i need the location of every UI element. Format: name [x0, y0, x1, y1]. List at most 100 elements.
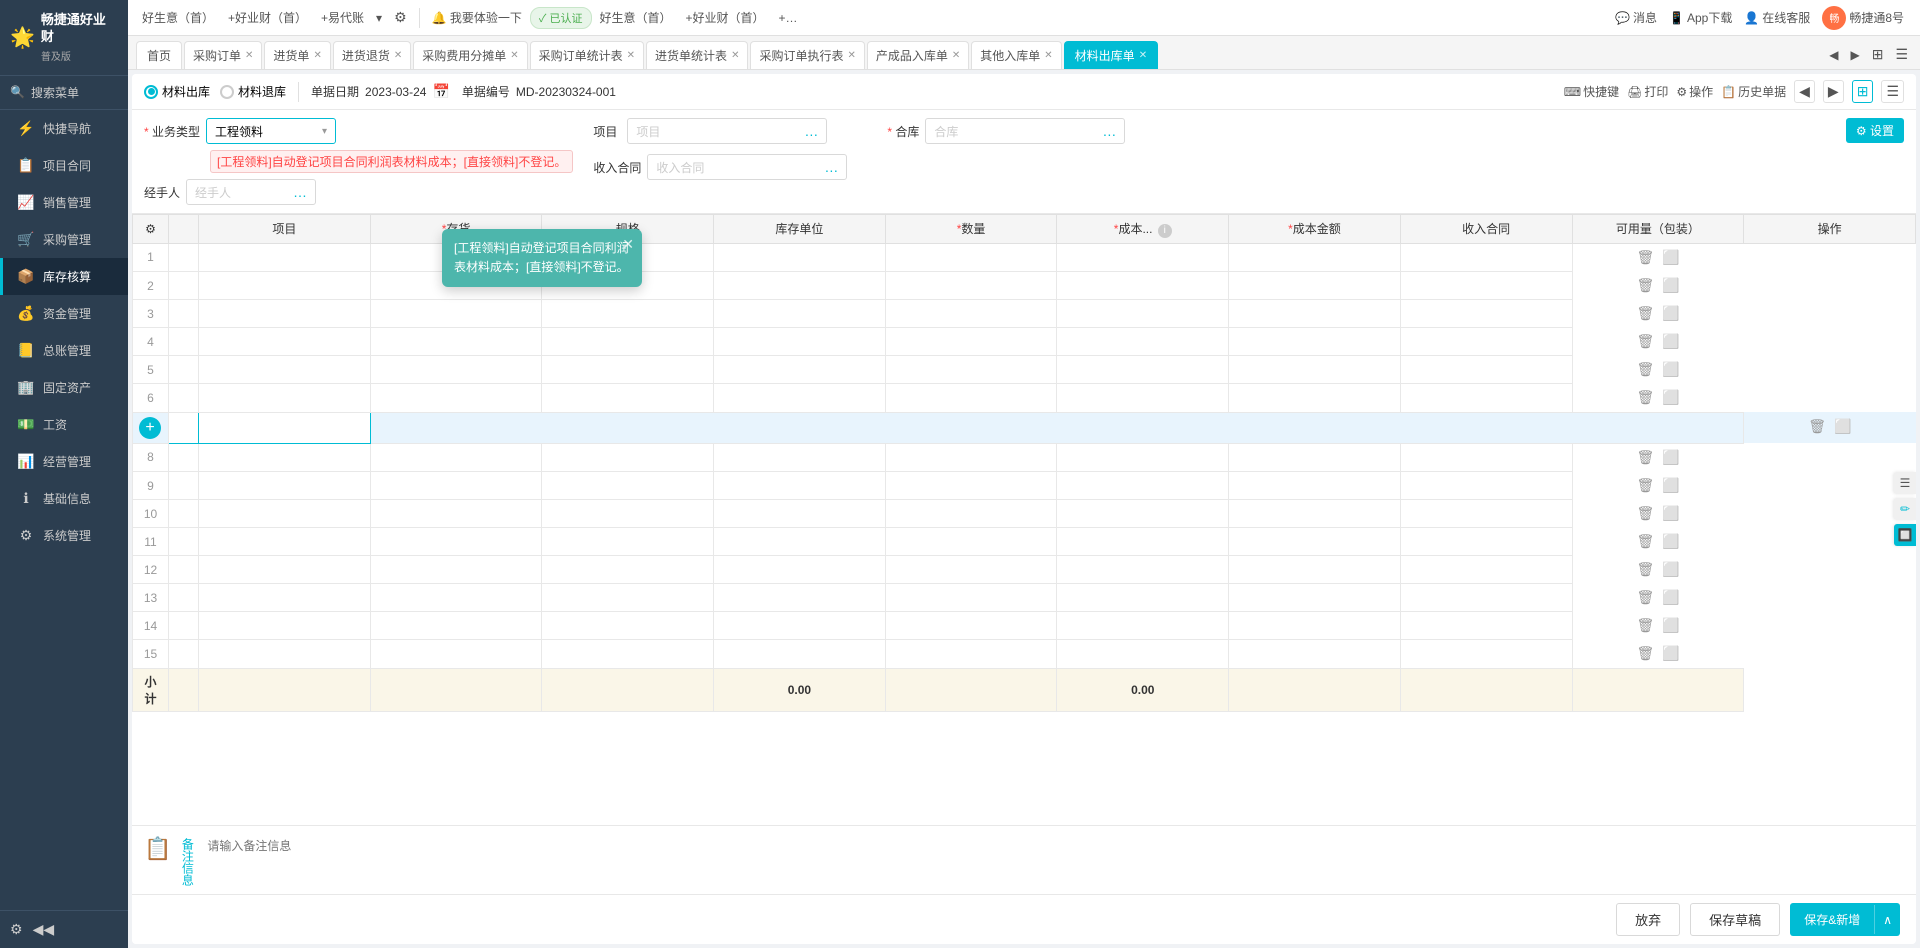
row-15-available[interactable]	[1400, 640, 1572, 669]
sidebar-item-inventory[interactable]: 📦 库存核算	[0, 258, 128, 295]
row-14-qty[interactable]	[714, 612, 886, 640]
income-contract-ellipsis[interactable]: …	[824, 159, 838, 175]
add-row-button[interactable]: +	[139, 417, 161, 439]
tab-close-material-out[interactable]: ✕	[1139, 42, 1147, 70]
row-2-qty[interactable]	[714, 272, 886, 300]
row-1-cost-unit[interactable]	[885, 243, 1057, 272]
row-9-inventory[interactable]	[199, 472, 371, 500]
row-12-available[interactable]	[1400, 556, 1572, 584]
sidebar-search[interactable]: 🔍 搜索菜单	[0, 76, 128, 110]
tab-close-expense[interactable]: ✕	[510, 42, 518, 70]
row-15-spec[interactable]	[370, 640, 542, 669]
row-3-inventory[interactable]	[199, 300, 371, 328]
row-4-available[interactable]	[1400, 328, 1572, 356]
nav-next-record[interactable]: ▶	[1823, 80, 1844, 103]
row-13-project[interactable]	[169, 584, 199, 612]
row-11-delete-btn[interactable]: 🗑	[1634, 531, 1656, 552]
sidebar-item-ledger-mgmt[interactable]: 📒 总账管理	[0, 332, 128, 369]
row-13-inventory[interactable]	[199, 584, 371, 612]
nav-trial-link[interactable]: 🔔 我要体验一下	[426, 9, 528, 26]
tab-close-other[interactable]: ✕	[1044, 42, 1052, 70]
row-10-delete-btn[interactable]: 🗑	[1634, 503, 1656, 524]
user-avatar[interactable]: 畅 畅捷通8号	[1822, 6, 1904, 30]
row-12-inventory[interactable]	[199, 556, 371, 584]
row-5-cost-unit[interactable]	[885, 356, 1057, 384]
row-11-inventory[interactable]	[199, 528, 371, 556]
row-8-qty[interactable]	[714, 443, 886, 472]
row-8-unit[interactable]	[542, 443, 714, 472]
row-14-income[interactable]	[1229, 612, 1401, 640]
row-12-delete-btn[interactable]: 🗑	[1634, 559, 1656, 580]
sidebar-item-capital-mgmt[interactable]: 💰 资金管理	[0, 295, 128, 332]
row-6-qty[interactable]	[714, 384, 886, 413]
project-ellipsis[interactable]: …	[804, 123, 818, 139]
row-2-available[interactable]	[1400, 272, 1572, 300]
row-11-cost-unit[interactable]	[885, 528, 1057, 556]
row-6-available[interactable]	[1400, 384, 1572, 413]
row-13-unit[interactable]	[542, 584, 714, 612]
active-row-field2[interactable]	[199, 412, 371, 443]
save-new-arrow-btn[interactable]: ∧	[1875, 907, 1900, 933]
row-1-copy-btn[interactable]: ⬜	[1660, 247, 1681, 268]
row-8-available[interactable]	[1400, 443, 1572, 472]
tab-purchase-expense[interactable]: 采购费用分摊单 ✕	[413, 41, 527, 69]
row-11-available[interactable]	[1400, 528, 1572, 556]
row-8-cost-unit[interactable]	[885, 443, 1057, 472]
row-14-cost-amount[interactable]	[1057, 612, 1229, 640]
tooltip-close-btn[interactable]: ✕	[622, 233, 634, 255]
row-12-income[interactable]	[1229, 556, 1401, 584]
sidebar-item-fixed-assets[interactable]: 🏢 固定资产	[0, 369, 128, 406]
shortcut-btn[interactable]: ⌨ 快捷键	[1564, 83, 1619, 100]
row-7-copy-btn[interactable]: ⬜	[1832, 416, 1853, 437]
right-tool-2[interactable]: ✏	[1894, 498, 1916, 520]
row-9-cost-amount[interactable]	[1057, 472, 1229, 500]
row-3-spec[interactable]	[370, 300, 542, 328]
row-1-delete-btn[interactable]: 🗑	[1634, 247, 1656, 268]
row-9-copy-btn[interactable]: ⬜	[1660, 475, 1681, 496]
row-15-qty[interactable]	[714, 640, 886, 669]
row-8-income[interactable]	[1229, 443, 1401, 472]
row-4-delete-btn[interactable]: 🗑	[1634, 331, 1656, 352]
row-5-income[interactable]	[1229, 356, 1401, 384]
row-7-delete-btn[interactable]: 🗑	[1806, 416, 1828, 437]
row-9-delete-btn[interactable]: 🗑	[1634, 475, 1656, 496]
app-download-btn[interactable]: 📱 App下载	[1669, 9, 1732, 26]
tab-purchase-receipt[interactable]: 进货单 ✕	[264, 41, 330, 69]
sidebar-item-purchase-mgmt[interactable]: 🛒 采购管理	[0, 221, 128, 258]
row-13-spec[interactable]	[370, 584, 542, 612]
row-14-project[interactable]	[169, 612, 199, 640]
row-10-project[interactable]	[169, 500, 199, 528]
active-row-field1[interactable]	[169, 412, 199, 443]
tab-close-exec[interactable]: ✕	[847, 42, 855, 70]
row-5-inventory[interactable]	[199, 356, 371, 384]
row-13-income[interactable]	[1229, 584, 1401, 612]
row-5-spec[interactable]	[370, 356, 542, 384]
warehouse-ellipsis[interactable]: …	[1102, 123, 1116, 139]
row-8-cost-amount[interactable]	[1057, 443, 1229, 472]
row-4-inventory[interactable]	[199, 328, 371, 356]
sidebar-item-sys-mgmt[interactable]: ⚙ 系统管理	[0, 517, 128, 554]
row-5-copy-btn[interactable]: ⬜	[1660, 359, 1681, 380]
sidebar-item-basic-info[interactable]: ℹ 基础信息	[0, 480, 128, 517]
discard-button[interactable]: 放弃	[1616, 903, 1680, 936]
row-14-unit[interactable]	[542, 612, 714, 640]
tab-close-receipt[interactable]: ✕	[313, 42, 321, 70]
row-6-unit[interactable]	[542, 384, 714, 413]
nav-link-yidaizhang[interactable]: +易代账	[315, 9, 370, 26]
radio-material-out[interactable]: 材料出库	[144, 83, 210, 100]
tab-close-return[interactable]: ✕	[394, 42, 402, 70]
row-9-unit[interactable]	[542, 472, 714, 500]
bill-date-value[interactable]: 2023-03-24	[365, 85, 426, 99]
row-14-delete-btn[interactable]: 🗑	[1634, 615, 1656, 636]
row-10-qty[interactable]	[714, 500, 886, 528]
row-11-qty[interactable]	[714, 528, 886, 556]
nav-link-haoshengyi1[interactable]: 好生意（首）	[136, 9, 220, 26]
row-4-cost-amount[interactable]	[1057, 328, 1229, 356]
row-10-available[interactable]	[1400, 500, 1572, 528]
row-1-cost-amount[interactable]	[1057, 243, 1229, 272]
row-9-spec[interactable]	[370, 472, 542, 500]
tab-next-btn[interactable]: ▶	[1846, 46, 1863, 64]
row-13-delete-btn[interactable]: 🗑	[1634, 587, 1656, 608]
tab-home[interactable]: 首页	[136, 41, 182, 69]
row-15-copy-btn[interactable]: ⬜	[1660, 643, 1681, 664]
